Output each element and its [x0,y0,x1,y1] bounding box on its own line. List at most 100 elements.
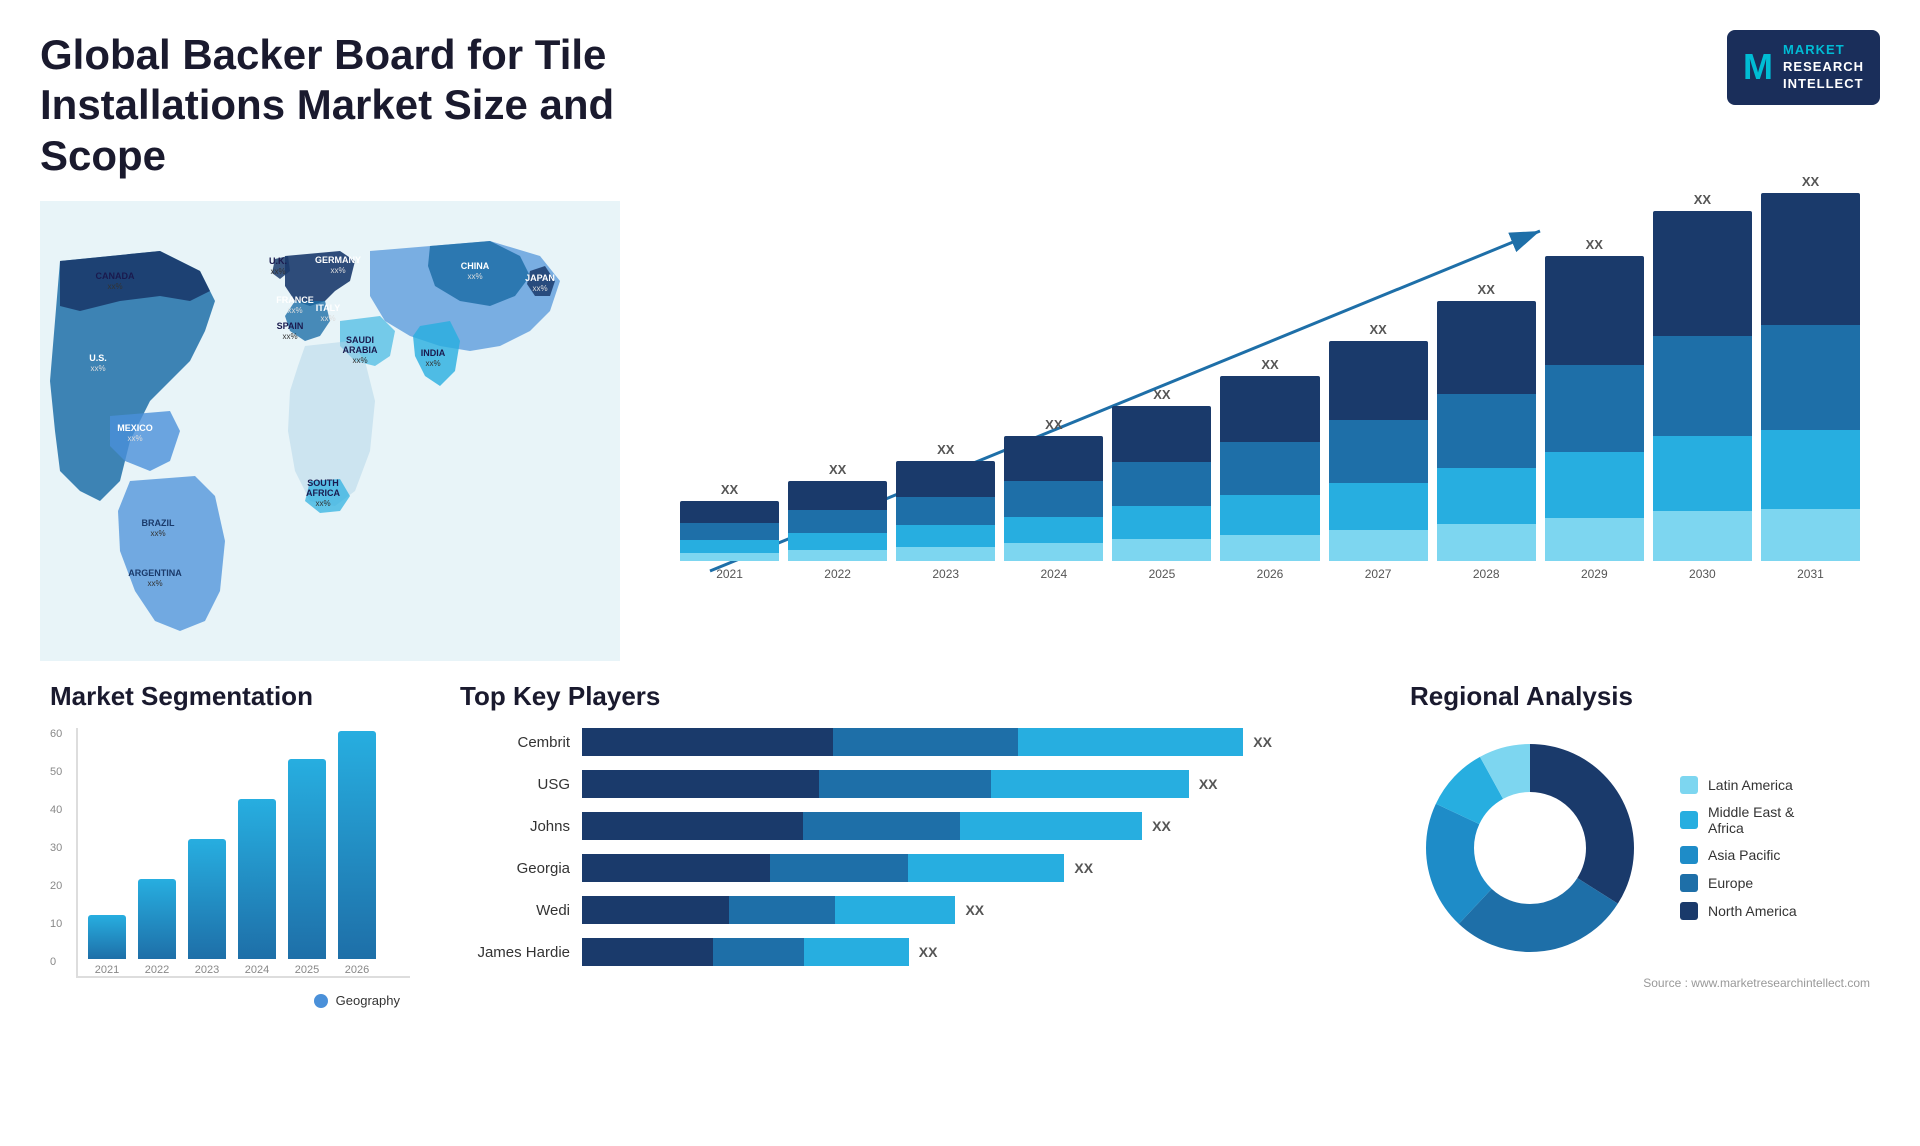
player-name-wedi: Wedi [460,902,570,919]
player-value-georgia: XX [1074,860,1093,876]
seg-y-labels: 0 10 20 30 40 50 60 [50,728,62,968]
player-bar-seg3-james-hardie [804,938,909,966]
svg-text:SAUDI: SAUDI [346,335,374,345]
svg-text:xx%: xx% [282,332,297,341]
player-bar-visual-georgia [582,854,1064,882]
svg-text:U.S.: U.S. [89,353,107,363]
svg-text:xx%: xx% [330,266,345,275]
svg-text:xx%: xx% [287,306,302,315]
svg-text:xx%: xx% [150,529,165,538]
seg-bar-2022: 2022 [138,879,176,976]
player-bar-georgia: XX [582,854,1360,882]
seg-chart-inner: 2021 2022 2023 2024 2025 [76,728,410,978]
bar-stack-2022 [788,481,887,561]
legend-item-north-america: North America [1680,902,1797,920]
player-bar-seg1-johns [582,812,803,840]
svg-text:xx%: xx% [320,314,335,323]
player-value-usg: XX [1199,776,1218,792]
bar-stack-2028 [1437,301,1536,561]
svg-text:xx%: xx% [425,359,440,368]
svg-text:CHINA: CHINA [461,261,490,271]
player-row-james-hardie: James Hardie XX [460,938,1360,966]
player-bar-wedi: XX [582,896,1360,924]
player-bar-seg3-johns [960,812,1142,840]
segmentation-section: Market Segmentation 0 10 20 30 40 50 60 … [40,671,420,1018]
legend-color-north-america [1680,902,1698,920]
player-bar-seg2-usg [819,770,991,798]
svg-text:xx%: xx% [107,282,122,291]
player-bar-seg3-wedi [835,896,955,924]
bar-2023: XX 2023 [896,442,995,581]
player-bar-visual-james-hardie [582,938,909,966]
player-bar-johns: XX [582,812,1360,840]
bar-stack-2024 [1004,436,1103,561]
bar-value-2028: XX [1478,282,1495,297]
svg-text:MEXICO: MEXICO [117,423,153,433]
bar-year-2029: 2029 [1581,567,1608,581]
player-bar-seg1-wedi [582,896,729,924]
player-bar-visual-johns [582,812,1142,840]
bar-value-2021: XX [721,482,738,497]
bar-2028: XX 2028 [1437,282,1536,581]
bar-2030: XX 2030 [1653,192,1752,581]
svg-text:ITALY: ITALY [316,303,341,313]
svg-text:xx%: xx% [532,284,547,293]
bar-value-2025: XX [1153,387,1170,402]
bar-year-2025: 2025 [1149,567,1176,581]
logo-area: M MARKETRESEARCHINTELLECT [1727,30,1880,105]
player-value-wedi: XX [965,902,984,918]
seg-year-2023: 2023 [195,964,219,976]
bar-2025: XX 2025 [1112,387,1211,581]
segmentation-title: Market Segmentation [50,681,410,712]
legend-label-latin-america: Latin America [1708,777,1793,793]
bar-2021: XX 2021 [680,482,779,581]
page-title: Global Backer Board for Tile Installatio… [40,30,740,181]
world-map-section: CANADA xx% U.S. xx% MEXICO xx% BRAZIL xx… [40,201,620,661]
svg-text:xx%: xx% [147,579,162,588]
svg-text:ARGENTINA: ARGENTINA [128,568,182,578]
logo-letter: M [1743,46,1773,88]
bar-value-2026: XX [1261,357,1278,372]
bar-value-2030: XX [1694,192,1711,207]
regional-section: Regional Analysis Lat [1400,671,1880,1018]
seg-bar-visual-2025 [288,759,326,959]
seg-year-2026: 2026 [345,964,369,976]
bar-year-2027: 2027 [1365,567,1392,581]
key-players-title: Top Key Players [460,681,1360,712]
seg-bar-visual-2026 [338,731,376,959]
svg-text:INDIA: INDIA [421,348,446,358]
bottom-section: Market Segmentation 0 10 20 30 40 50 60 … [40,671,1880,1018]
bar-stack-2031 [1761,193,1860,561]
svg-text:xx%: xx% [352,356,367,365]
player-value-johns: XX [1152,818,1171,834]
svg-text:AFRICA: AFRICA [306,488,340,498]
player-row-usg: USG XX [460,770,1360,798]
svg-text:ARABIA: ARABIA [343,345,378,355]
player-bar-usg: XX [582,770,1360,798]
seg-chart-area: 0 10 20 30 40 50 60 2021 2022 [50,728,410,1008]
svg-text:xx%: xx% [90,364,105,373]
legend-item-latin-america: Latin America [1680,776,1797,794]
legend-item-europe: Europe [1680,874,1797,892]
legend-item-asia-pacific: Asia Pacific [1680,846,1797,864]
player-value-james-hardie: XX [919,944,938,960]
bar-2029: XX 2029 [1545,237,1644,581]
bar-stack-2023 [896,461,995,561]
player-bar-seg1-cembrit [582,728,833,756]
legend-color-latin-america [1680,776,1698,794]
legend-label-north-america: North America [1708,903,1797,919]
bar-2022: XX 2022 [788,462,887,581]
bar-year-2021: 2021 [716,567,743,581]
legend-label-middle-east-africa: Middle East &Africa [1708,804,1794,836]
player-bar-seg3-usg [991,770,1189,798]
seg-year-2021: 2021 [95,964,119,976]
bar-year-2023: 2023 [932,567,959,581]
donut-container: Latin America Middle East &Africa Asia P… [1410,728,1870,968]
legend-color-europe [1680,874,1698,892]
svg-text:SPAIN: SPAIN [277,321,304,331]
player-name-cembrit: Cembrit [460,734,570,751]
player-bar-seg2-johns [803,812,959,840]
player-bar-seg2-wedi [729,896,836,924]
seg-bar-visual-2022 [138,879,176,959]
legend-color-asia-pacific [1680,846,1698,864]
